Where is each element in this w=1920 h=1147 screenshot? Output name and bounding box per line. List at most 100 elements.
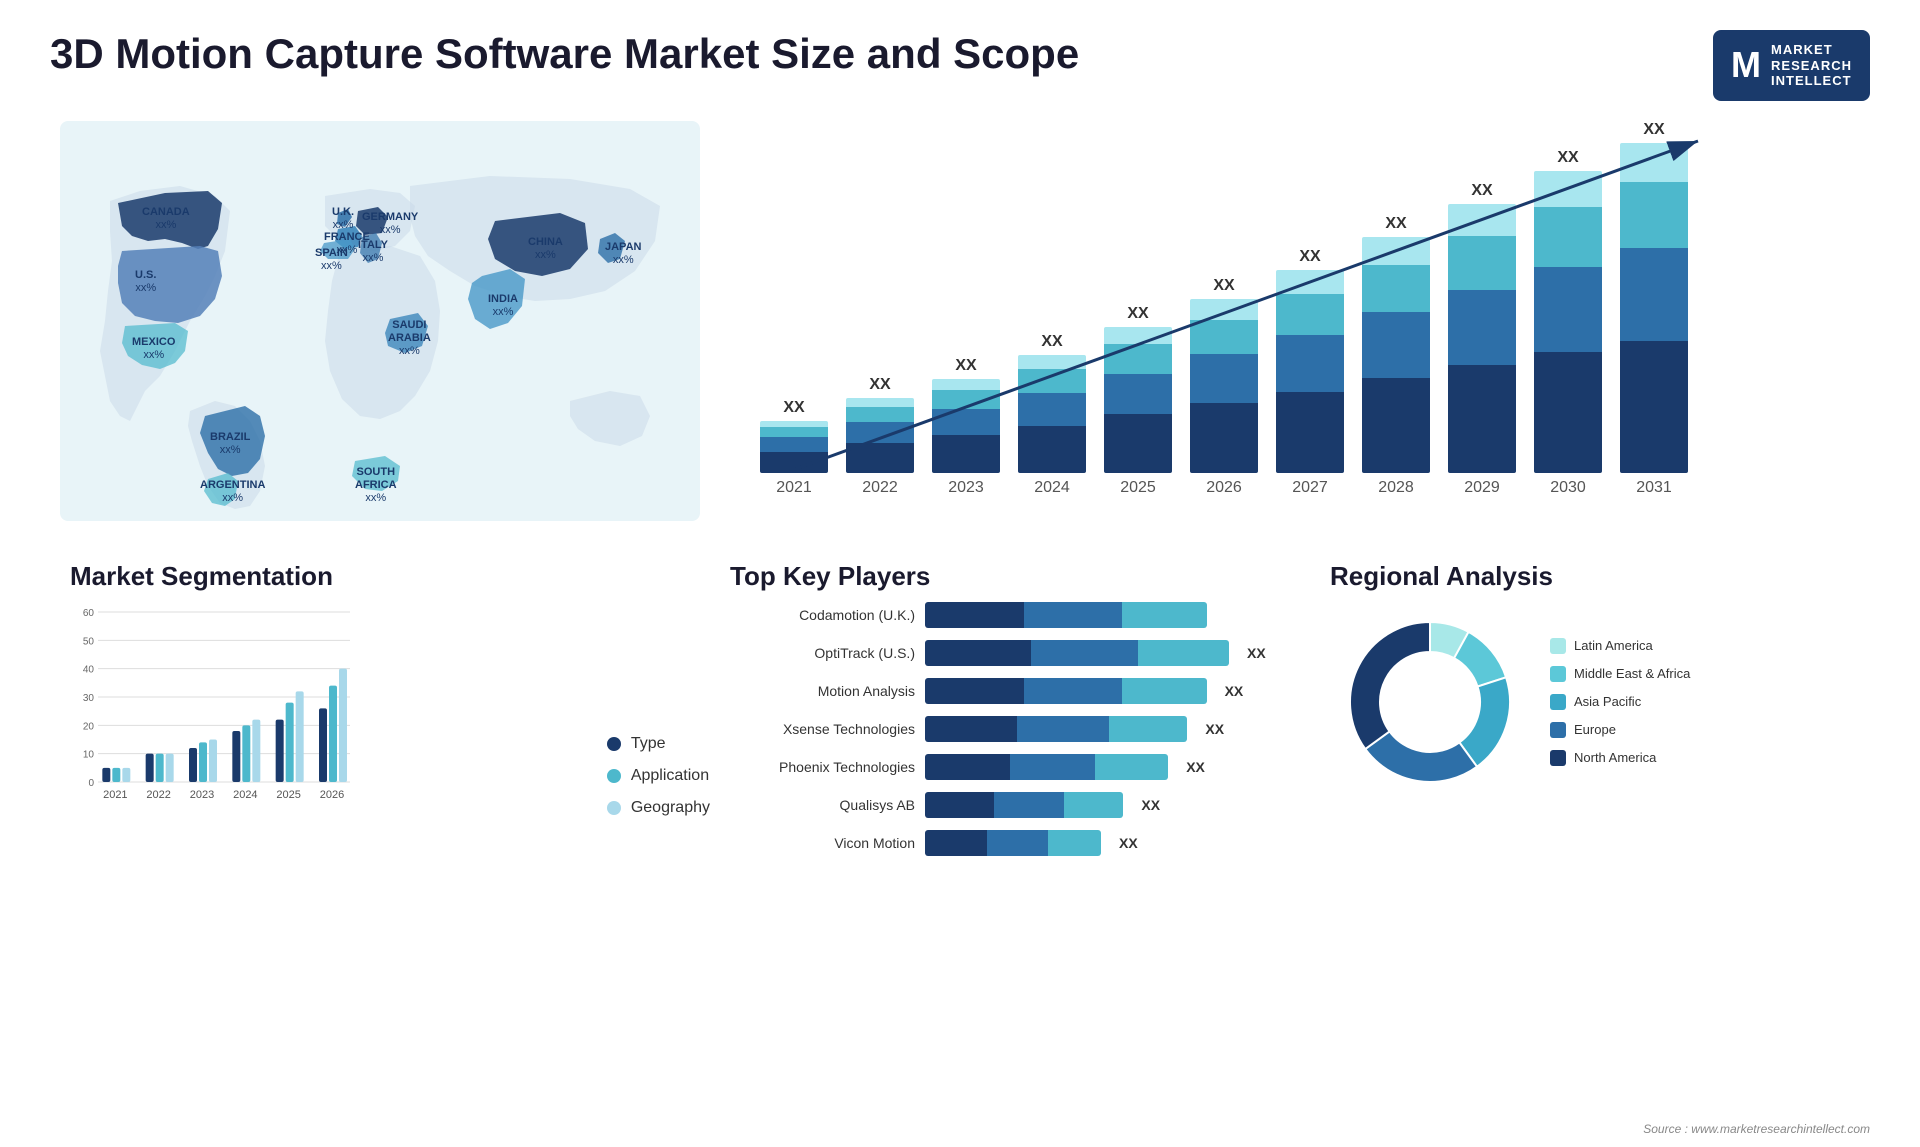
- header: 3D Motion Capture Software Market Size a…: [0, 0, 1920, 111]
- bar-group-2024: XX2024: [1018, 333, 1086, 497]
- logo-area: M MARKET RESEARCH INTELLECT: [1713, 30, 1870, 101]
- x-label-2021: 2021: [776, 479, 812, 497]
- canada-label: CANADAxx%: [142, 206, 190, 232]
- bar-segment: [1620, 248, 1688, 340]
- reg-legend-color: [1550, 722, 1566, 738]
- reg-legend-item: Europe: [1550, 722, 1690, 738]
- player-name: Vicon Motion: [730, 835, 915, 851]
- player-bar-container: [925, 640, 1229, 666]
- bar-value-2024: XX: [1041, 333, 1062, 351]
- bar-segment: [1104, 374, 1172, 415]
- bar-segment: [1190, 403, 1258, 473]
- world-map: CANADAxx% U.S.xx% MEXICOxx% BRAZILxx% AR…: [60, 121, 720, 521]
- x-label-2025: 2025: [1120, 479, 1156, 497]
- regional-legend: Latin AmericaMiddle East & AfricaAsia Pa…: [1550, 638, 1690, 766]
- player-bar-container: [925, 792, 1123, 818]
- bar-segment: [1104, 344, 1172, 373]
- bar-value-2021: XX: [783, 399, 804, 417]
- reg-legend-label: Latin America: [1574, 638, 1653, 653]
- logo-text: MARKET RESEARCH INTELLECT: [1771, 42, 1852, 89]
- chart-section: XX2021XX2022XX2023XX2024XX2025XX2026XX20…: [730, 111, 1870, 551]
- player-row: Qualisys ABXX: [730, 792, 1310, 818]
- x-label-2027: 2027: [1292, 479, 1328, 497]
- stacked-bar-2025: [1104, 327, 1172, 473]
- bar-chart-area: XX2021XX2022XX2023XX2024XX2025XX2026XX20…: [750, 121, 1850, 537]
- player-bar-seg: [1109, 716, 1188, 742]
- player-bar-seg: [1048, 830, 1101, 856]
- player-row: Xsense TechnologiesXX: [730, 716, 1310, 742]
- legend-dot-app: [607, 769, 621, 783]
- legend-label-type: Type: [631, 735, 666, 753]
- player-bar-seg: [1064, 792, 1124, 818]
- player-bar-seg: [1010, 754, 1095, 780]
- china-label: CHINAxx%: [528, 236, 563, 262]
- player-bar-seg: [1024, 678, 1123, 704]
- player-bar-seg: [994, 792, 1063, 818]
- player-bar-seg: [1024, 602, 1123, 628]
- player-bar-seg: [925, 678, 1024, 704]
- market-segmentation: Market Segmentation 01020304050602021202…: [50, 551, 730, 1147]
- bar-segment: [1276, 270, 1344, 294]
- reg-legend-color: [1550, 638, 1566, 654]
- x-label-2023: 2023: [948, 479, 984, 497]
- player-value: XX: [1119, 835, 1138, 851]
- logo-line2: RESEARCH: [1771, 58, 1852, 74]
- player-name: Motion Analysis: [730, 683, 915, 699]
- bar-segment: [1448, 365, 1516, 473]
- reg-legend-color: [1550, 694, 1566, 710]
- bar-segment: [1534, 267, 1602, 352]
- reg-legend-label: Europe: [1574, 722, 1616, 737]
- germany-label: GERMANYxx%: [362, 211, 418, 237]
- bar-segment: [1448, 204, 1516, 236]
- italy-label: ITALYxx%: [358, 239, 388, 265]
- svg-text:60: 60: [83, 608, 95, 619]
- seg-legend: Type Application Geography: [607, 735, 710, 837]
- bar-segment: [932, 379, 1000, 390]
- bar-segment: [1534, 352, 1602, 473]
- argentina-label: ARGENTINAxx%: [200, 479, 265, 505]
- player-row: Codamotion (U.K.): [730, 602, 1310, 628]
- bar-segment: [760, 427, 828, 437]
- segmentation-title: Market Segmentation: [70, 561, 710, 592]
- spain-label: SPAINxx%: [315, 247, 348, 273]
- legend-geography: Geography: [607, 799, 710, 817]
- player-bar-seg: [1031, 640, 1137, 666]
- svg-text:0: 0: [88, 778, 94, 789]
- player-bar-seg: [1122, 602, 1206, 628]
- bar-segment: [760, 452, 828, 473]
- bar-segment: [1018, 369, 1086, 393]
- segmentation-content: 0102030405060202120222023202420252026 Ty…: [70, 602, 710, 837]
- bar-segment: [1448, 236, 1516, 290]
- bar-segment: [1534, 171, 1602, 207]
- logo-letter: M: [1731, 44, 1761, 86]
- bar-chart-container: XX2021XX2022XX2023XX2024XX2025XX2026XX20…: [750, 121, 1850, 521]
- x-label-2026: 2026: [1206, 479, 1242, 497]
- svg-text:2023: 2023: [190, 789, 214, 801]
- regional-section: Regional Analysis Latin AmericaMiddle Ea…: [1330, 561, 1710, 1137]
- reg-legend-item: Asia Pacific: [1550, 694, 1690, 710]
- japan-label: JAPANxx%: [605, 241, 641, 267]
- reg-legend-color: [1550, 750, 1566, 766]
- stacked-bar-2031: [1620, 143, 1688, 473]
- brazil-label: BRAZILxx%: [210, 431, 250, 457]
- seg-chart-svg: 0102030405060202120222023202420252026: [70, 602, 350, 832]
- bar-segment: [1620, 182, 1688, 248]
- bar-segment: [1362, 237, 1430, 265]
- bar-segment: [1362, 265, 1430, 312]
- uk-label: U.K.xx%: [332, 206, 354, 232]
- bar-segment: [932, 409, 1000, 435]
- saudi-label: SAUDIARABIAxx%: [388, 319, 431, 359]
- reg-legend-label: Asia Pacific: [1574, 694, 1641, 709]
- stacked-bar-2029: [1448, 204, 1516, 473]
- svg-text:30: 30: [83, 693, 95, 704]
- logo-line1: MARKET: [1771, 42, 1852, 58]
- bar-value-2025: XX: [1127, 305, 1148, 323]
- player-bar-seg: [925, 830, 987, 856]
- x-label-2022: 2022: [862, 479, 898, 497]
- bar-segment: [1018, 426, 1086, 473]
- player-bar-seg: [1122, 678, 1206, 704]
- stacked-bar-2030: [1534, 171, 1602, 473]
- bar-segment: [932, 435, 1000, 473]
- bar-group-2021: XX 2021: [760, 399, 828, 497]
- bar-value-2028: XX: [1385, 215, 1406, 233]
